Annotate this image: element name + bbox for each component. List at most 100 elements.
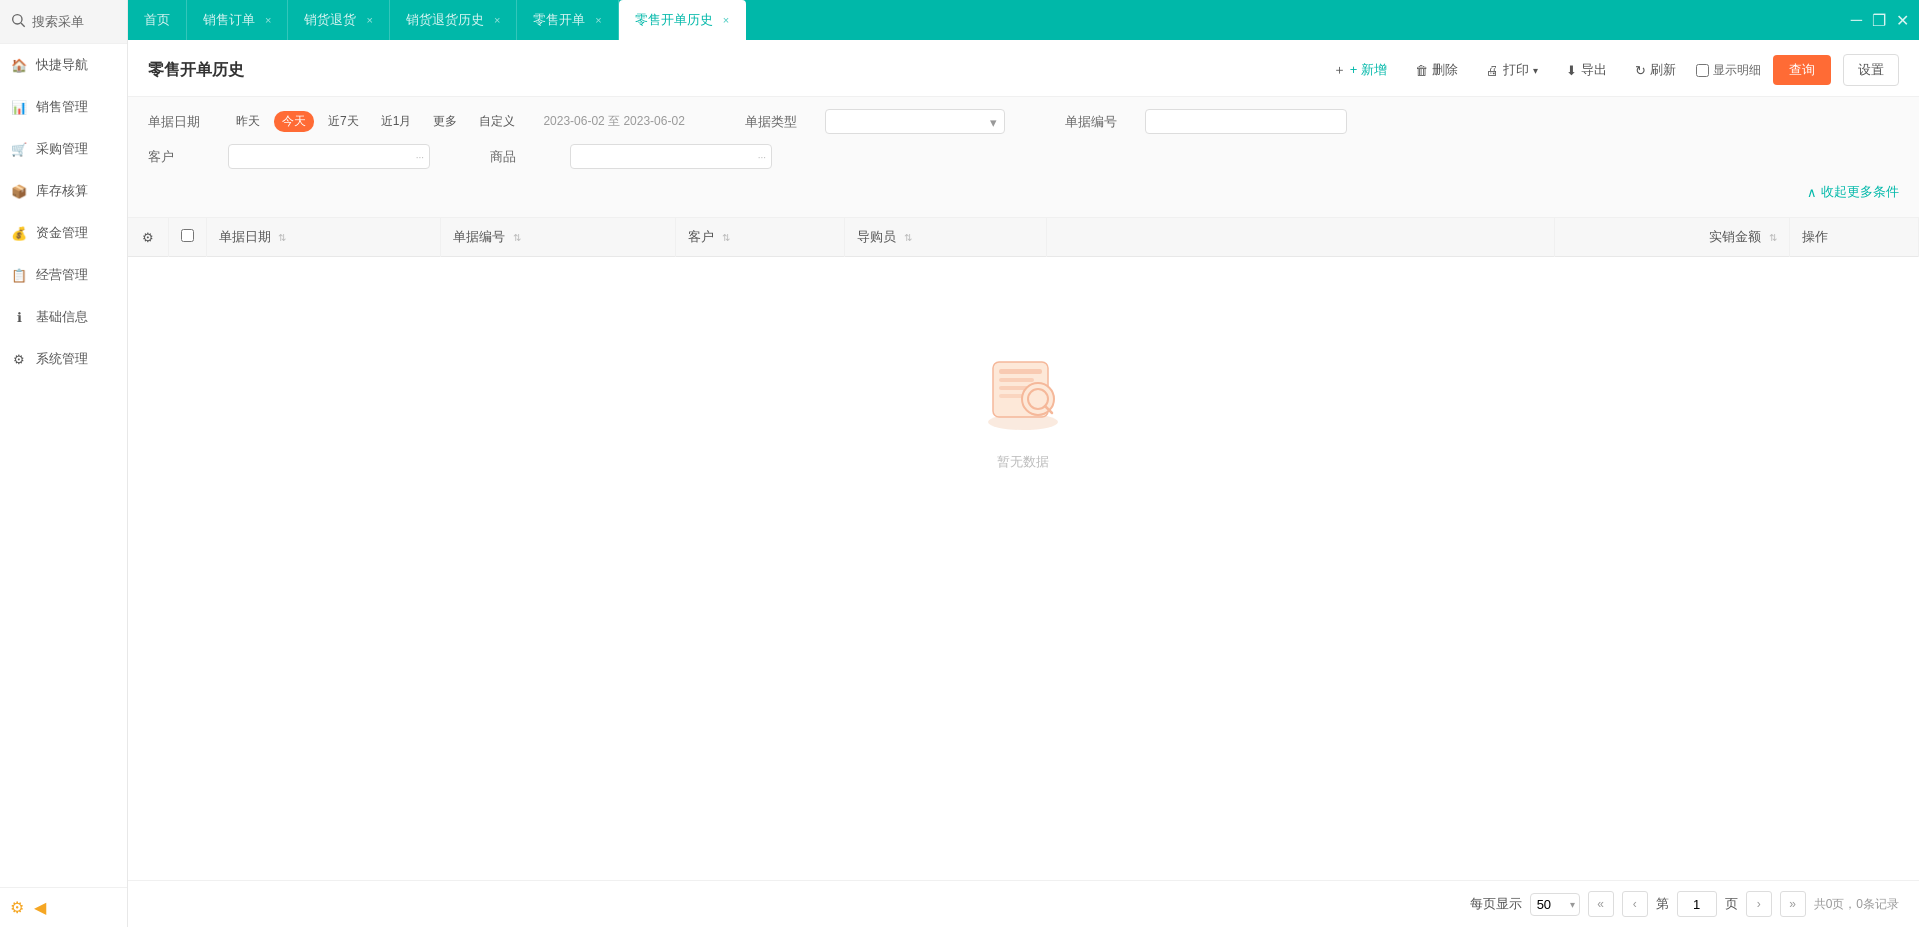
print-button[interactable]: 🖨 打印 ▾: [1478, 57, 1546, 83]
sidebar-collapse-btn[interactable]: ◀: [34, 898, 46, 917]
sidebar-item-label: 库存核算: [36, 182, 88, 200]
svg-rect-5: [999, 378, 1034, 382]
tab-retail-open-history-label: 零售开单历史: [635, 11, 713, 29]
customer-filter-label: 客户: [148, 148, 208, 166]
display-detail-checkbox[interactable]: [1696, 64, 1709, 77]
tab-retail-open-history-close[interactable]: ×: [723, 14, 729, 26]
th-date-sort: ⇅: [278, 232, 286, 243]
sidebar-item-basic-info[interactable]: ℹ 基础信息: [0, 296, 127, 338]
export-button[interactable]: ⬇ 导出: [1558, 57, 1615, 83]
tab-sales-return-history-close[interactable]: ×: [494, 14, 500, 26]
doc-type-select-wrap: [825, 109, 1005, 134]
window-restore-btn[interactable]: ❐: [1872, 11, 1886, 30]
sidebar-item-label: 销售管理: [36, 98, 88, 116]
tab-sales-order-close[interactable]: ×: [265, 14, 271, 26]
th-doc-no[interactable]: 单据编号 ⇅: [441, 218, 676, 257]
cart-icon: 🛒: [10, 140, 28, 158]
tab-sales-return[interactable]: 销货退货 ×: [288, 0, 389, 40]
th-guide-sort: ⇅: [904, 232, 912, 243]
th-customer-sort: ⇅: [722, 232, 730, 243]
goods-input[interactable]: [570, 144, 772, 169]
th-date[interactable]: 单据日期 ⇅: [206, 218, 441, 257]
th-guide[interactable]: 导购员 ⇅: [845, 218, 1047, 257]
tab-sales-return-history[interactable]: 销货退货历史 ×: [390, 0, 517, 40]
settings-button[interactable]: 设置: [1843, 54, 1899, 86]
sidebar-item-purchase-mgmt[interactable]: 🛒 采购管理: [0, 128, 127, 170]
date-option-yesterday[interactable]: 昨天: [228, 111, 268, 132]
sidebar-item-system[interactable]: ⚙ 系统管理: [0, 338, 127, 380]
page-unit: 页: [1725, 895, 1738, 913]
sidebar-item-operations[interactable]: 📋 经营管理: [0, 254, 127, 296]
th-amount-label: 实销金额: [1709, 229, 1761, 244]
doc-type-select[interactable]: [825, 109, 1005, 134]
tab-sales-order[interactable]: 销售订单 ×: [187, 0, 288, 40]
display-detail-label: 显示明细: [1713, 62, 1761, 79]
th-amount[interactable]: 实销金额 ⇅: [1554, 218, 1789, 257]
box-icon: 📦: [10, 182, 28, 200]
tab-sales-order-label: 销售订单: [203, 11, 255, 29]
page-actions: ＋ + 新增 🗑 删除 🖨 打印 ▾ ⬇ 导出 ↻: [1325, 54, 1899, 86]
th-amount-sort: ⇅: [1769, 232, 1777, 243]
next-page-btn[interactable]: ›: [1746, 891, 1772, 917]
last-page-btn[interactable]: »: [1780, 891, 1806, 917]
page-size-select[interactable]: 20 50 100 200: [1530, 893, 1580, 916]
customer-input[interactable]: [228, 144, 430, 169]
delete-button[interactable]: 🗑 删除: [1407, 57, 1466, 83]
th-settings[interactable]: ⚙: [128, 218, 168, 257]
sidebar-item-sales-mgmt[interactable]: 📊 销售管理: [0, 86, 127, 128]
sidebar-settings-btn[interactable]: ⚙: [10, 898, 24, 917]
date-option-last7[interactable]: 近7天: [320, 111, 367, 132]
window-close-btn[interactable]: ✕: [1896, 11, 1909, 30]
th-customer[interactable]: 客户 ⇅: [676, 218, 845, 257]
table-area: ⚙ 单据日期 ⇅ 单据编号 ⇅: [128, 218, 1919, 880]
main-area: 首页 销售订单 × 销货退货 × 销货退货历史 × 零售开单 × 零售开单历史 …: [128, 0, 1919, 927]
data-table: ⚙ 单据日期 ⇅ 单据编号 ⇅: [128, 218, 1919, 551]
sidebar-item-inventory[interactable]: 📦 库存核算: [0, 170, 127, 212]
print-icon: 🖨: [1486, 63, 1499, 78]
empty-state-row: 暂无数据: [128, 257, 1919, 552]
date-option-more[interactable]: 更多: [425, 111, 465, 132]
collapse-row: ∧ 收起更多条件: [148, 179, 1899, 205]
tab-retail-open-close[interactable]: ×: [595, 14, 601, 26]
display-detail-checkbox-label[interactable]: 显示明细: [1696, 62, 1761, 79]
tab-home[interactable]: 首页: [128, 0, 187, 40]
tab-sales-return-history-label: 销货退货历史: [406, 11, 484, 29]
sidebar-item-quick-nav[interactable]: 🏠 快捷导航: [0, 44, 127, 86]
th-spacer: [1047, 218, 1554, 257]
delete-icon: 🗑: [1415, 63, 1428, 78]
doc-no-label: 单据编号: [1065, 113, 1125, 131]
date-filter-label: 单据日期: [148, 113, 208, 131]
window-minimize-btn[interactable]: ─: [1851, 11, 1862, 29]
collapse-btn[interactable]: ∧ 收起更多条件: [1807, 183, 1899, 201]
chart-icon: 📊: [10, 98, 28, 116]
collapse-icon: ∧: [1807, 185, 1817, 200]
sidebar-item-finance[interactable]: 💰 资金管理: [0, 212, 127, 254]
table-body: 暂无数据: [128, 257, 1919, 552]
sidebar-bottom: ⚙ ◀: [0, 887, 127, 927]
tab-retail-open-history[interactable]: 零售开单历史 ×: [619, 0, 746, 40]
query-button[interactable]: 查询: [1773, 55, 1831, 85]
sidebar-item-label: 经营管理: [36, 266, 88, 284]
tab-retail-open[interactable]: 零售开单 ×: [517, 0, 618, 40]
th-check[interactable]: [168, 218, 206, 257]
th-customer-label: 客户: [688, 229, 714, 244]
gear-icon: ⚙: [10, 350, 28, 368]
date-option-today[interactable]: 今天: [274, 111, 314, 132]
svg-rect-4: [999, 369, 1042, 374]
sidebar-item-label: 系统管理: [36, 350, 88, 368]
doc-no-input[interactable]: [1145, 109, 1347, 134]
page-number-input[interactable]: [1677, 891, 1717, 917]
search-menu-btn[interactable]: 搜索采单: [0, 0, 127, 44]
refresh-button[interactable]: ↻ 刷新: [1627, 57, 1684, 83]
svg-point-0: [13, 15, 22, 24]
first-page-btn[interactable]: «: [1588, 891, 1614, 917]
prev-page-btn[interactable]: ‹: [1622, 891, 1648, 917]
tab-sales-return-close[interactable]: ×: [366, 14, 372, 26]
bar-icon: 📋: [10, 266, 28, 284]
date-option-last-month[interactable]: 近1月: [373, 111, 420, 132]
select-all-checkbox[interactable]: [181, 229, 194, 242]
filter-area: 单据日期 昨天 今天 近7天 近1月 更多 自定义 2023-06-02 至 2…: [128, 97, 1919, 218]
tab-sales-return-label: 销货退货: [304, 11, 356, 29]
date-option-custom[interactable]: 自定义: [471, 111, 523, 132]
add-button[interactable]: ＋ + 新增: [1325, 57, 1395, 83]
